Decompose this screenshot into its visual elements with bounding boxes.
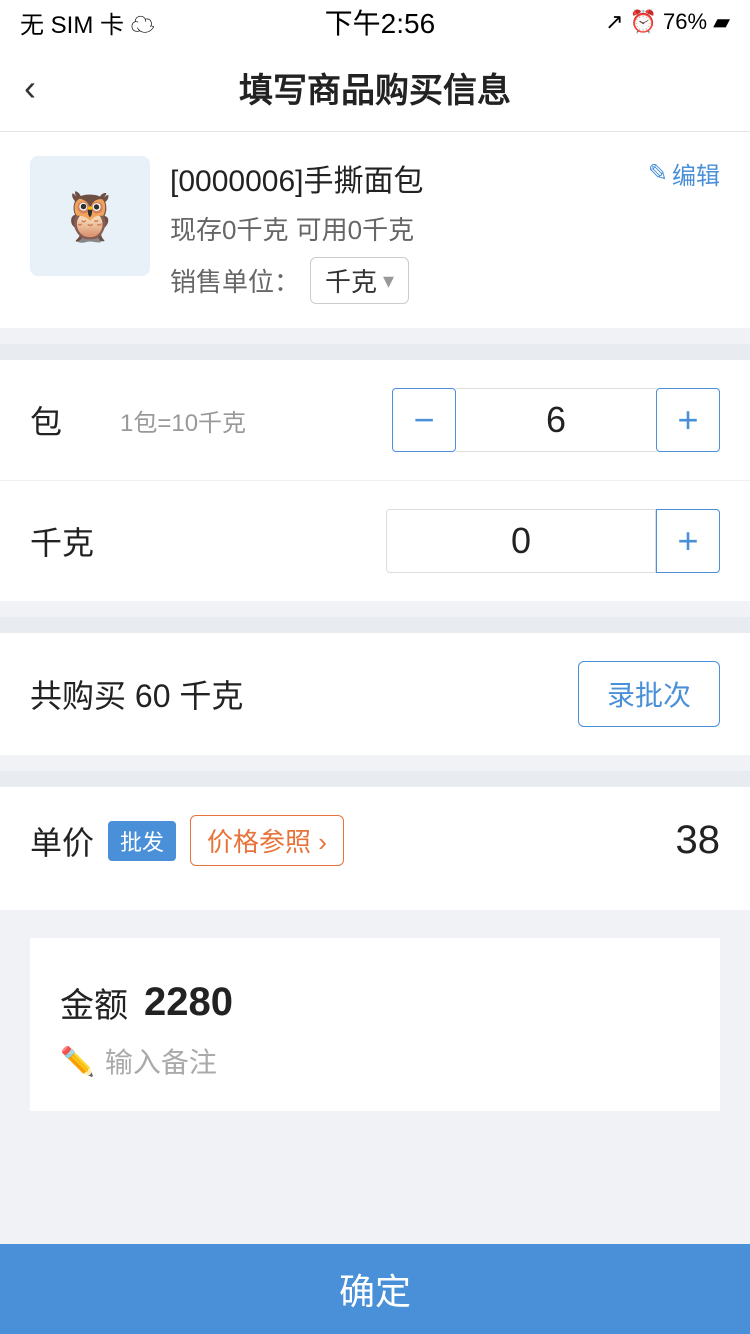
section-divider-2 xyxy=(0,617,750,633)
alarm-icon: ⏰ xyxy=(630,9,657,35)
price-type-tag: 批发 xyxy=(108,821,176,861)
sim-status: 无 SIM 卡 ☁ xyxy=(20,5,155,40)
back-button[interactable]: ‹ xyxy=(24,67,36,109)
main-content: 🦉 [0000006]手撕面包 ✎ 编辑 现存0千克 可用0千克 销售单位： 千… xyxy=(0,132,750,1201)
kg-label: 千克 xyxy=(30,518,110,564)
amount-section: 金额 2280 ✏️ 输入备注 xyxy=(0,910,750,1111)
product-name: [0000006]手撕面包 xyxy=(170,156,423,200)
bao-input-row: 包 1包=10千克 − + xyxy=(0,360,750,481)
summary-section: 共购买 60 千克 录批次 xyxy=(0,633,750,755)
product-unit-row: 销售单位： 千克 ▾ xyxy=(170,257,720,304)
section-divider-3 xyxy=(0,771,750,787)
page-title: 填写商品购买信息 xyxy=(239,63,511,112)
amount-label: 金额 xyxy=(60,978,128,1027)
status-bar-time: 下午2:56 xyxy=(325,2,436,42)
product-name-row: [0000006]手撕面包 ✎ 编辑 xyxy=(170,156,720,200)
unit-value: 千克 xyxy=(325,262,377,299)
kg-input-row: 千克 + xyxy=(0,481,750,601)
product-card: 🦉 [0000006]手撕面包 ✎ 编辑 现存0千克 可用0千克 销售单位： 千… xyxy=(0,132,750,328)
status-bar-right: ↗ ⏰ 76% ▰ xyxy=(605,9,730,35)
confirm-button-label: 确定 xyxy=(339,1263,411,1315)
confirm-button[interactable]: 确定 xyxy=(0,1244,750,1334)
nav-bar: ‹ 填写商品购买信息 xyxy=(0,44,750,132)
product-info: [0000006]手撕面包 ✎ 编辑 现存0千克 可用0千克 销售单位： 千克 … xyxy=(170,156,720,304)
product-logo-icon: 🦉 xyxy=(60,188,120,245)
price-row: 单价 批发 价格参照 › 38 xyxy=(30,815,720,866)
bao-input[interactable] xyxy=(456,388,656,452)
price-section: 单价 批发 价格参照 › 38 xyxy=(0,787,750,910)
chevron-down-icon: ▾ xyxy=(383,268,394,294)
unit-selector[interactable]: 千克 ▾ xyxy=(310,257,409,304)
product-image: 🦉 xyxy=(30,156,150,276)
status-bar: 无 SIM 卡 ☁ 下午2:56 ↗ ⏰ 76% ▰ xyxy=(0,0,750,44)
bao-label: 包 xyxy=(30,397,110,443)
bao-stepper: − + xyxy=(392,388,720,452)
product-stock: 现存0千克 可用0千克 xyxy=(170,210,720,247)
bao-plus-button[interactable]: + xyxy=(656,388,720,452)
price-reference-button[interactable]: 价格参照 › xyxy=(190,815,344,866)
status-bar-left: 无 SIM 卡 ☁ xyxy=(20,5,155,40)
edit-icon: ✎ xyxy=(648,159,668,188)
bao-minus-button[interactable]: − xyxy=(392,388,456,452)
amount-row: 金额 2280 xyxy=(60,958,690,1041)
kg-plus-button[interactable]: + xyxy=(656,509,720,573)
price-label: 单价 xyxy=(30,818,94,864)
input-section: 包 1包=10千克 − + 千克 + xyxy=(0,360,750,601)
location-icon: ↗ xyxy=(605,9,623,35)
section-divider-1 xyxy=(0,344,750,360)
pencil-icon: ✏️ xyxy=(60,1045,95,1078)
summary-text: 共购买 60 千克 xyxy=(30,671,243,717)
edit-label: 编辑 xyxy=(672,156,720,191)
battery-level: 76% xyxy=(663,9,707,35)
edit-button[interactable]: ✎ 编辑 xyxy=(648,156,720,191)
note-placeholder: 输入备注 xyxy=(105,1041,217,1081)
bao-hint: 1包=10千克 xyxy=(120,403,392,438)
note-row[interactable]: ✏️ 输入备注 xyxy=(60,1041,690,1101)
amount-value: 2280 xyxy=(144,980,233,1025)
kg-stepper: + xyxy=(386,509,720,573)
battery-icon: ▰ xyxy=(713,9,730,35)
price-value: 38 xyxy=(676,818,721,863)
batch-button[interactable]: 录批次 xyxy=(578,661,720,727)
unit-label: 销售单位： xyxy=(170,262,300,299)
kg-input[interactable] xyxy=(386,509,656,573)
